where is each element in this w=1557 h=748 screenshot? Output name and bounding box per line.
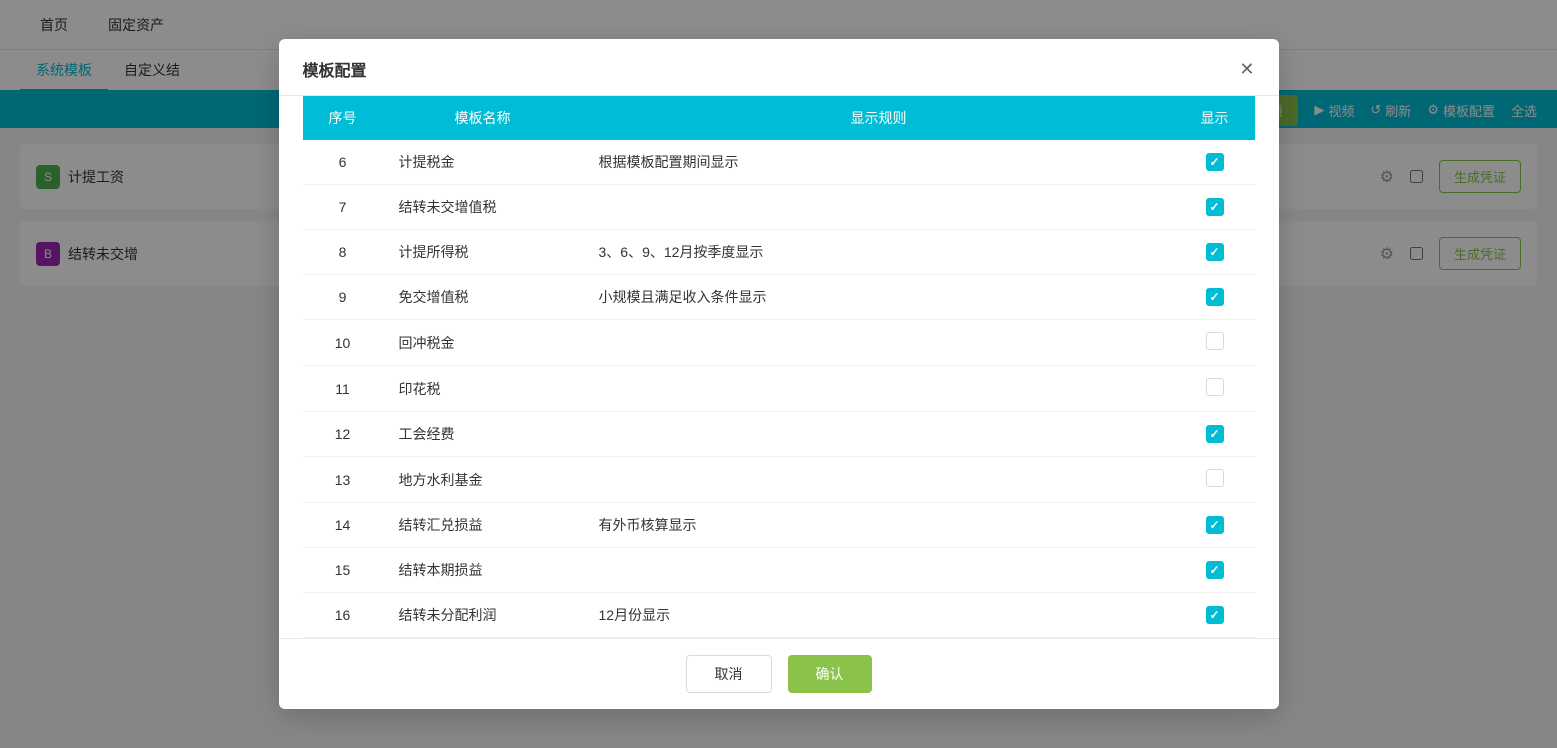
cell-name: 结转未分配利润 bbox=[383, 593, 583, 638]
cell-display bbox=[1175, 366, 1255, 412]
cell-id: 6 bbox=[303, 140, 383, 185]
cell-name: 结转汇兑损益 bbox=[383, 503, 583, 548]
modal-overlay: 模板配置 ✕ 序号 模板名称 显示规则 显示 6计提税金根据模板配置期间显示7结… bbox=[0, 0, 1557, 748]
table-row: 16结转未分配利润12月份显示 bbox=[303, 593, 1255, 638]
cell-rule bbox=[583, 320, 1175, 366]
cell-display bbox=[1175, 275, 1255, 320]
cell-name: 印花税 bbox=[383, 366, 583, 412]
cell-rule bbox=[583, 366, 1175, 412]
table-header-row: 序号 模板名称 显示规则 显示 bbox=[303, 96, 1255, 140]
cell-id: 10 bbox=[303, 320, 383, 366]
cell-rule bbox=[583, 548, 1175, 593]
cell-id: 9 bbox=[303, 275, 383, 320]
modal-body: 序号 模板名称 显示规则 显示 6计提税金根据模板配置期间显示7结转未交增值税8… bbox=[279, 96, 1279, 638]
cell-rule: 3、6、9、12月按季度显示 bbox=[583, 230, 1175, 275]
cell-display bbox=[1175, 457, 1255, 503]
cell-display bbox=[1175, 503, 1255, 548]
cell-rule: 小规模且满足收入条件显示 bbox=[583, 275, 1175, 320]
cell-id: 16 bbox=[303, 593, 383, 638]
cell-rule: 12月份显示 bbox=[583, 593, 1175, 638]
cell-rule bbox=[583, 457, 1175, 503]
table-row: 15结转本期损益 bbox=[303, 548, 1255, 593]
cell-id: 11 bbox=[303, 366, 383, 412]
cancel-button[interactable]: 取消 bbox=[686, 655, 772, 693]
display-checkbox[interactable] bbox=[1206, 153, 1224, 171]
cell-id: 12 bbox=[303, 412, 383, 457]
cell-rule: 根据模板配置期间显示 bbox=[583, 140, 1175, 185]
cell-rule bbox=[583, 185, 1175, 230]
table-row: 14结转汇兑损益有外币核算显示 bbox=[303, 503, 1255, 548]
table-row: 8计提所得税3、6、9、12月按季度显示 bbox=[303, 230, 1255, 275]
table-row: 11印花税 bbox=[303, 366, 1255, 412]
cell-name: 工会经费 bbox=[383, 412, 583, 457]
col-header-display: 显示 bbox=[1175, 96, 1255, 140]
display-checkbox[interactable] bbox=[1206, 425, 1224, 443]
cell-name: 结转未交增值税 bbox=[383, 185, 583, 230]
display-checkbox[interactable] bbox=[1206, 561, 1224, 579]
modal-footer: 取消 确认 bbox=[279, 638, 1279, 709]
col-header-name: 模板名称 bbox=[383, 96, 583, 140]
close-icon[interactable]: ✕ bbox=[1239, 60, 1254, 78]
cell-id: 8 bbox=[303, 230, 383, 275]
cell-display bbox=[1175, 548, 1255, 593]
display-checkbox[interactable] bbox=[1206, 332, 1224, 350]
cell-id: 13 bbox=[303, 457, 383, 503]
config-table: 序号 模板名称 显示规则 显示 6计提税金根据模板配置期间显示7结转未交增值税8… bbox=[303, 96, 1255, 638]
cell-id: 15 bbox=[303, 548, 383, 593]
cell-display bbox=[1175, 320, 1255, 366]
table-row: 12工会经费 bbox=[303, 412, 1255, 457]
cell-name: 地方水利基金 bbox=[383, 457, 583, 503]
display-checkbox[interactable] bbox=[1206, 198, 1224, 216]
cell-display bbox=[1175, 140, 1255, 185]
cell-name: 计提税金 bbox=[383, 140, 583, 185]
cell-rule bbox=[583, 412, 1175, 457]
col-header-rule: 显示规则 bbox=[583, 96, 1175, 140]
col-header-id: 序号 bbox=[303, 96, 383, 140]
display-checkbox[interactable] bbox=[1206, 516, 1224, 534]
cell-name: 计提所得税 bbox=[383, 230, 583, 275]
display-checkbox[interactable] bbox=[1206, 606, 1224, 624]
cell-display bbox=[1175, 230, 1255, 275]
table-row: 10回冲税金 bbox=[303, 320, 1255, 366]
cell-id: 14 bbox=[303, 503, 383, 548]
cell-name: 回冲税金 bbox=[383, 320, 583, 366]
display-checkbox[interactable] bbox=[1206, 469, 1224, 487]
cell-id: 7 bbox=[303, 185, 383, 230]
table-row: 13地方水利基金 bbox=[303, 457, 1255, 503]
cell-display bbox=[1175, 593, 1255, 638]
display-checkbox[interactable] bbox=[1206, 378, 1224, 396]
cell-display bbox=[1175, 412, 1255, 457]
display-checkbox[interactable] bbox=[1206, 243, 1224, 261]
cell-display bbox=[1175, 185, 1255, 230]
modal-header: 模板配置 ✕ bbox=[279, 39, 1279, 96]
display-checkbox[interactable] bbox=[1206, 288, 1224, 306]
cell-name: 结转本期损益 bbox=[383, 548, 583, 593]
cell-rule: 有外币核算显示 bbox=[583, 503, 1175, 548]
table-row: 7结转未交增值税 bbox=[303, 185, 1255, 230]
table-row: 6计提税金根据模板配置期间显示 bbox=[303, 140, 1255, 185]
template-config-modal: 模板配置 ✕ 序号 模板名称 显示规则 显示 6计提税金根据模板配置期间显示7结… bbox=[279, 39, 1279, 709]
confirm-button[interactable]: 确认 bbox=[788, 655, 872, 693]
table-row: 9免交增值税小规模且满足收入条件显示 bbox=[303, 275, 1255, 320]
modal-title: 模板配置 bbox=[303, 57, 367, 81]
cell-name: 免交增值税 bbox=[383, 275, 583, 320]
